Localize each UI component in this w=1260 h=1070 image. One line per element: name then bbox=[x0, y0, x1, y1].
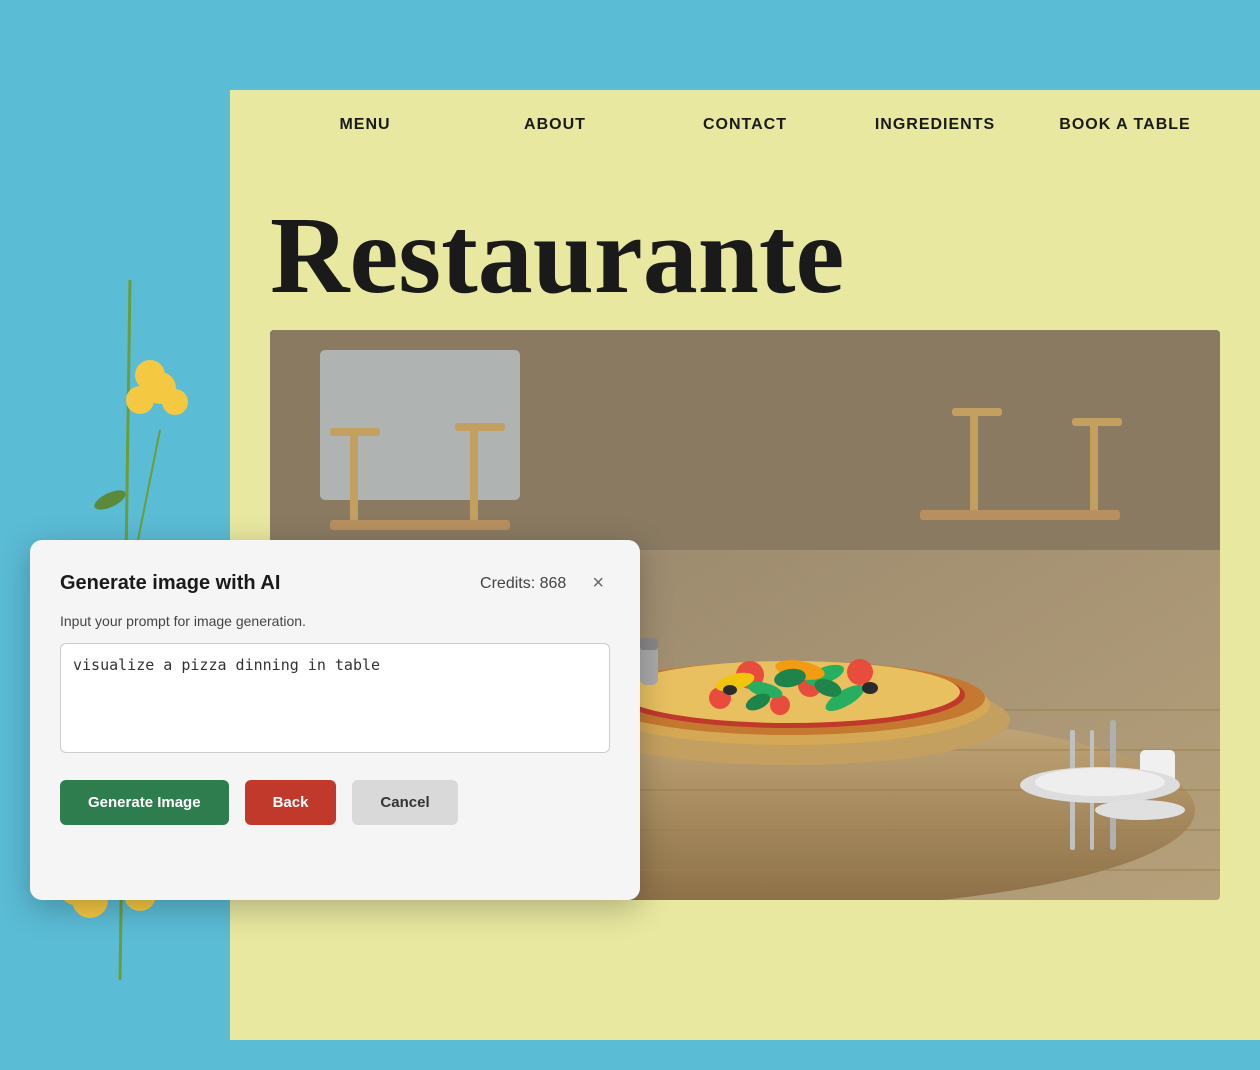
nav-ingredients[interactable]: INGREDIENTS bbox=[840, 116, 1030, 134]
modal-credits: Credits: 868 bbox=[480, 575, 566, 593]
navigation-bar: MENU ABOUT CONTACT INGREDIENTS BOOK A TA… bbox=[230, 90, 1260, 160]
nav-book-a-table[interactable]: BOOK A TABLE bbox=[1030, 116, 1220, 134]
modal-title: Generate image with AI bbox=[60, 572, 280, 595]
modal-action-buttons: Generate Image Back Cancel bbox=[60, 780, 610, 825]
back-button[interactable]: Back bbox=[245, 780, 337, 825]
nav-menu[interactable]: MENU bbox=[270, 116, 460, 134]
modal-header: Generate image with AI Credits: 868 × bbox=[60, 570, 610, 597]
nav-contact[interactable]: CONTACT bbox=[650, 116, 840, 134]
ai-image-modal: Generate image with AI Credits: 868 × In… bbox=[30, 540, 640, 900]
cancel-button[interactable]: Cancel bbox=[352, 780, 457, 825]
modal-prompt-instruction: Input your prompt for image generation. bbox=[60, 613, 610, 629]
prompt-input[interactable] bbox=[60, 643, 610, 753]
hero-title: Restaurante bbox=[230, 160, 1260, 330]
nav-about[interactable]: ABOUT bbox=[460, 116, 650, 134]
generate-image-button[interactable]: Generate Image bbox=[60, 780, 229, 825]
close-modal-button[interactable]: × bbox=[586, 570, 610, 597]
